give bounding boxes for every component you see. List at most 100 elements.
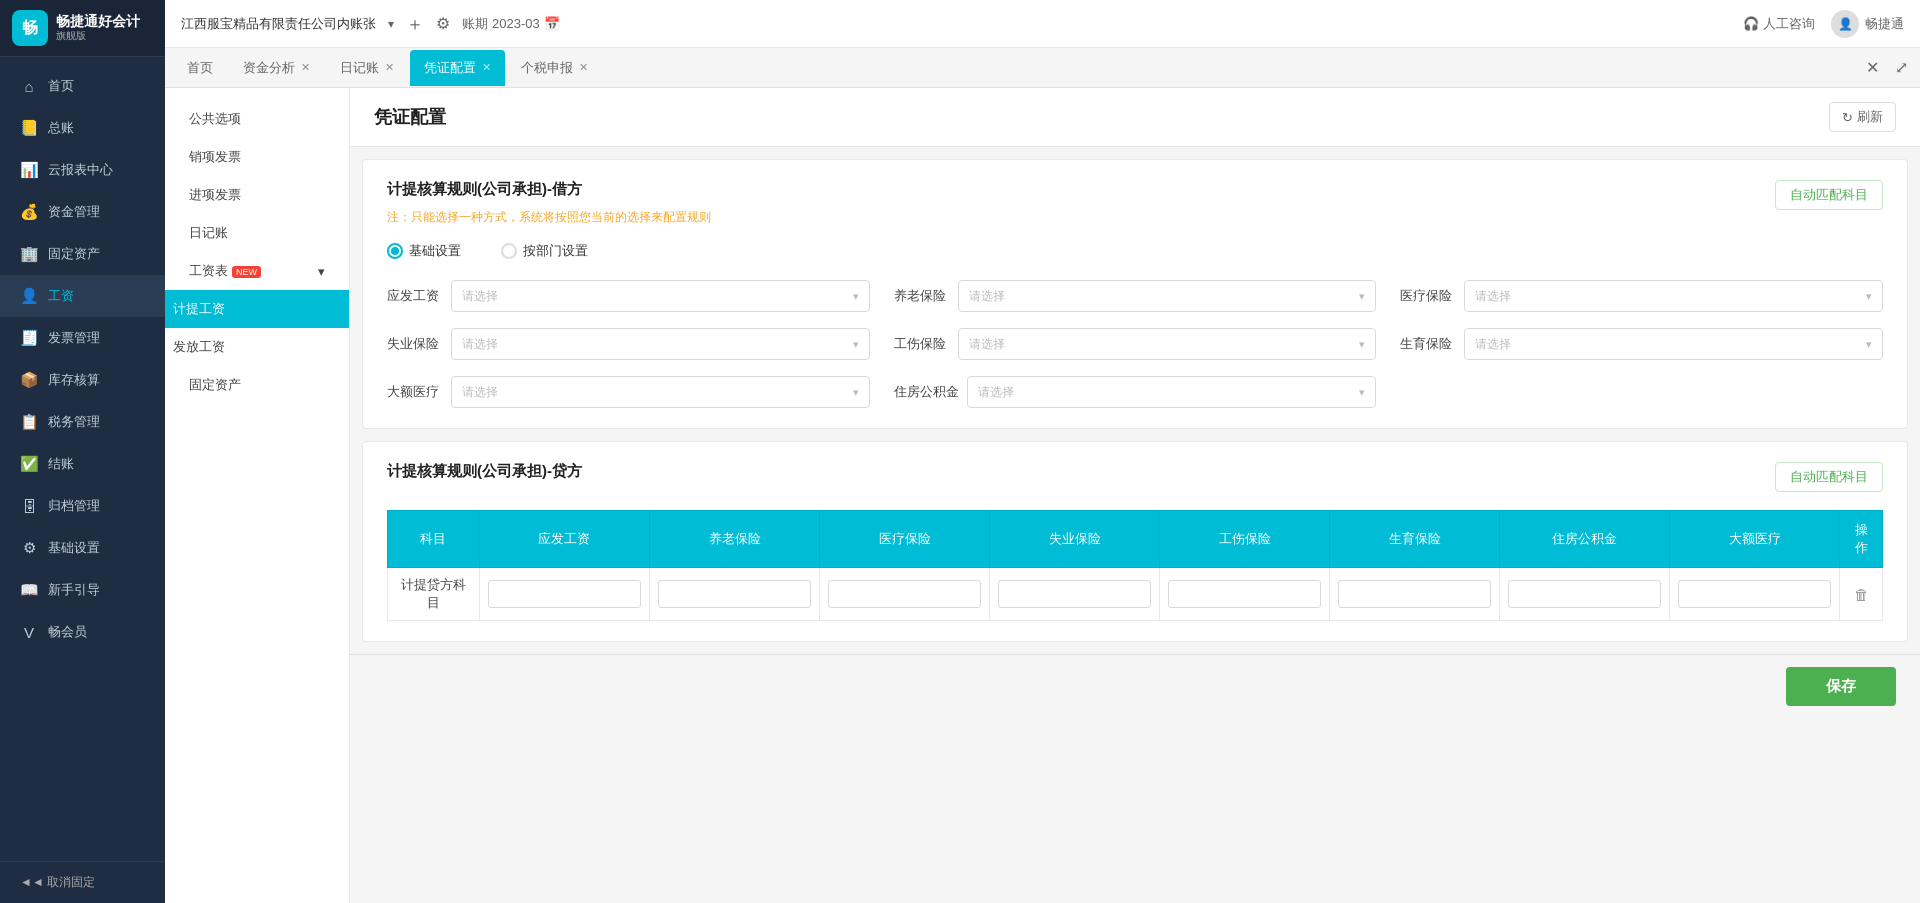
left-nav-purchase[interactable]: 进项发票 bbox=[165, 176, 349, 214]
left-nav-public[interactable]: 公共选项 bbox=[165, 100, 349, 138]
select-large-medical[interactable]: 请选择 ▾ bbox=[451, 376, 870, 408]
left-nav-salary_table[interactable]: 工资表NEW▾ bbox=[165, 252, 349, 290]
input-credit-0[interactable] bbox=[488, 580, 641, 608]
td-action[interactable]: 🗑 bbox=[1840, 568, 1883, 621]
sidebar-item-inventory[interactable]: 📦库存核算 bbox=[0, 359, 165, 401]
sidebar-item-tax[interactable]: 📋税务管理 bbox=[0, 401, 165, 443]
td-value-7[interactable] bbox=[1670, 568, 1840, 621]
td-value-6[interactable] bbox=[1500, 568, 1670, 621]
sidebar-label-settings: 基础设置 bbox=[48, 539, 100, 557]
tab-voucher[interactable]: 凭证配置 ✕ bbox=[410, 50, 505, 86]
left-nav-label-salary_table: 工资表NEW bbox=[189, 262, 261, 280]
td-value-0[interactable] bbox=[479, 568, 649, 621]
left-nav-sales[interactable]: 销项发票 bbox=[165, 138, 349, 176]
calendar-icon[interactable]: 📅 bbox=[544, 16, 560, 31]
sidebar-item-settings[interactable]: ⚙基础设置 bbox=[0, 527, 165, 569]
debit-auto-match-button[interactable]: 自动匹配科目 bbox=[1775, 180, 1883, 210]
user-menu[interactable]: 👤 畅捷通 bbox=[1831, 10, 1904, 38]
left-nav: 公共选项销项发票进项发票日记账工资表NEW▾计提工资发放工资固定资产 bbox=[165, 88, 350, 903]
radio-dept-label: 按部门设置 bbox=[523, 242, 588, 260]
logo-title: 畅捷通好会计 bbox=[56, 13, 140, 30]
sidebar-item-ledger[interactable]: 📒总账 bbox=[0, 107, 165, 149]
th-大额医疗: 大额医疗 bbox=[1670, 511, 1840, 568]
sidebar-label-salary: 工资 bbox=[48, 287, 74, 305]
tab-close-voucher[interactable]: ✕ bbox=[482, 61, 491, 74]
page-title: 凭证配置 bbox=[374, 105, 446, 129]
sidebar-item-salary[interactable]: 👤工资 bbox=[0, 275, 165, 317]
debit-header-row: 计提核算规则(公司承担)-借方 注：只能选择一种方式，系统将按照您当前的选择来配… bbox=[387, 180, 1883, 242]
td-value-3[interactable] bbox=[990, 568, 1160, 621]
select-medical[interactable]: 请选择 ▾ bbox=[1464, 280, 1883, 312]
th-应发工资: 应发工资 bbox=[479, 511, 649, 568]
td-value-1[interactable] bbox=[649, 568, 819, 621]
select-pension[interactable]: 请选择 ▾ bbox=[958, 280, 1377, 312]
save-button[interactable]: 保存 bbox=[1786, 667, 1896, 706]
input-credit-6[interactable] bbox=[1508, 580, 1661, 608]
left-nav-payroll_pay[interactable]: 发放工资 bbox=[165, 328, 349, 366]
left-nav-fixed_assets[interactable]: 固定资产 bbox=[165, 366, 349, 404]
service-button[interactable]: 🎧 人工咨询 bbox=[1743, 15, 1815, 33]
tab-home[interactable]: 首页 bbox=[173, 50, 227, 86]
refresh-button[interactable]: ↻ 刷新 bbox=[1829, 102, 1896, 132]
sidebar-icon-assets: 🏢 bbox=[20, 245, 38, 263]
input-credit-5[interactable] bbox=[1338, 580, 1491, 608]
tab-close-tax[interactable]: ✕ bbox=[579, 61, 588, 74]
tabs-bar: 首页资金分析 ✕日记账 ✕凭证配置 ✕个税申报 ✕ ✕ ⤢ bbox=[165, 48, 1920, 88]
sidebar-icon-checkout: ✅ bbox=[20, 455, 38, 473]
avatar: 👤 bbox=[1831, 10, 1859, 38]
td-value-4[interactable] bbox=[1160, 568, 1330, 621]
input-credit-4[interactable] bbox=[1168, 580, 1321, 608]
radio-basic[interactable]: 基础设置 bbox=[387, 242, 461, 260]
sidebar-item-member[interactable]: V畅会员 bbox=[0, 611, 165, 653]
sidebar-item-guide[interactable]: 📖新手引导 bbox=[0, 569, 165, 611]
chevron-down-icon: ▾ bbox=[853, 386, 859, 399]
company-dropdown[interactable]: ▾ bbox=[388, 17, 394, 31]
close-window-button[interactable]: ✕ bbox=[1862, 54, 1883, 81]
input-credit-3[interactable] bbox=[998, 580, 1151, 608]
service-label: 人工咨询 bbox=[1763, 15, 1815, 33]
left-nav-payroll_accrual[interactable]: 计提工资 bbox=[165, 290, 349, 328]
td-value-2[interactable] bbox=[820, 568, 990, 621]
tab-funds[interactable]: 资金分析 ✕ bbox=[229, 50, 324, 86]
tab-tax[interactable]: 个税申报 ✕ bbox=[507, 50, 602, 86]
select-medical-placeholder: 请选择 bbox=[1475, 288, 1511, 305]
sidebar-item-assets[interactable]: 🏢固定资产 bbox=[0, 233, 165, 275]
sidebar-label-invoices: 发票管理 bbox=[48, 329, 100, 347]
tab-close-funds[interactable]: ✕ bbox=[301, 61, 310, 74]
debit-form-grid: 应发工资 请选择 ▾ 养老保险 请选择 ▾ 医疗 bbox=[387, 280, 1883, 408]
sidebar-item-home[interactable]: ⌂首页 bbox=[0, 65, 165, 107]
select-work-injury[interactable]: 请选择 ▾ bbox=[958, 328, 1377, 360]
main-area: 江西服宝精品有限责任公司内账张 ▾ ＋ ⚙ 账期 2023-03 📅 🎧 人工咨… bbox=[165, 0, 1920, 903]
input-credit-7[interactable] bbox=[1678, 580, 1831, 608]
setting-icon[interactable]: ⚙ bbox=[436, 14, 450, 33]
sidebar-icon-member: V bbox=[20, 624, 38, 641]
select-maternity-placeholder: 请选择 bbox=[1475, 336, 1511, 353]
expand-window-button[interactable]: ⤢ bbox=[1891, 54, 1912, 81]
select-maternity[interactable]: 请选择 ▾ bbox=[1464, 328, 1883, 360]
select-unemployment[interactable]: 请选择 ▾ bbox=[451, 328, 870, 360]
radio-dept[interactable]: 按部门设置 bbox=[501, 242, 588, 260]
sidebar-icon-invoices: 🧾 bbox=[20, 329, 38, 347]
radio-dept-btn[interactable] bbox=[501, 243, 517, 259]
sidebar-item-checkout[interactable]: ✅结账 bbox=[0, 443, 165, 485]
sidebar-item-archive[interactable]: 🗄归档管理 bbox=[0, 485, 165, 527]
radio-basic-btn[interactable] bbox=[387, 243, 403, 259]
credit-auto-match-button[interactable]: 自动匹配科目 bbox=[1775, 462, 1883, 492]
select-housing-fund[interactable]: 请选择 ▾ bbox=[967, 376, 1377, 408]
sidebar-cancel-pin[interactable]: ◄◄ 取消固定 bbox=[0, 861, 165, 903]
input-credit-1[interactable] bbox=[658, 580, 811, 608]
radio-basic-label: 基础设置 bbox=[409, 242, 461, 260]
tab-journal[interactable]: 日记账 ✕ bbox=[326, 50, 408, 86]
topbar: 江西服宝精品有限责任公司内账张 ▾ ＋ ⚙ 账期 2023-03 📅 🎧 人工咨… bbox=[165, 0, 1920, 48]
chevron-down-icon: ▾ bbox=[1359, 338, 1365, 351]
sidebar-item-reports[interactable]: 📊云报表中心 bbox=[0, 149, 165, 191]
sidebar-item-funds[interactable]: 💰资金管理 bbox=[0, 191, 165, 233]
delete-icon[interactable]: 🗑 bbox=[1854, 586, 1869, 603]
input-credit-2[interactable] bbox=[828, 580, 981, 608]
select-salary[interactable]: 请选择 ▾ bbox=[451, 280, 870, 312]
add-button[interactable]: ＋ bbox=[406, 12, 424, 36]
sidebar-item-invoices[interactable]: 🧾 发票管理 bbox=[0, 317, 165, 359]
tab-close-journal[interactable]: ✕ bbox=[385, 61, 394, 74]
td-value-5[interactable] bbox=[1330, 568, 1500, 621]
left-nav-journal[interactable]: 日记账 bbox=[165, 214, 349, 252]
